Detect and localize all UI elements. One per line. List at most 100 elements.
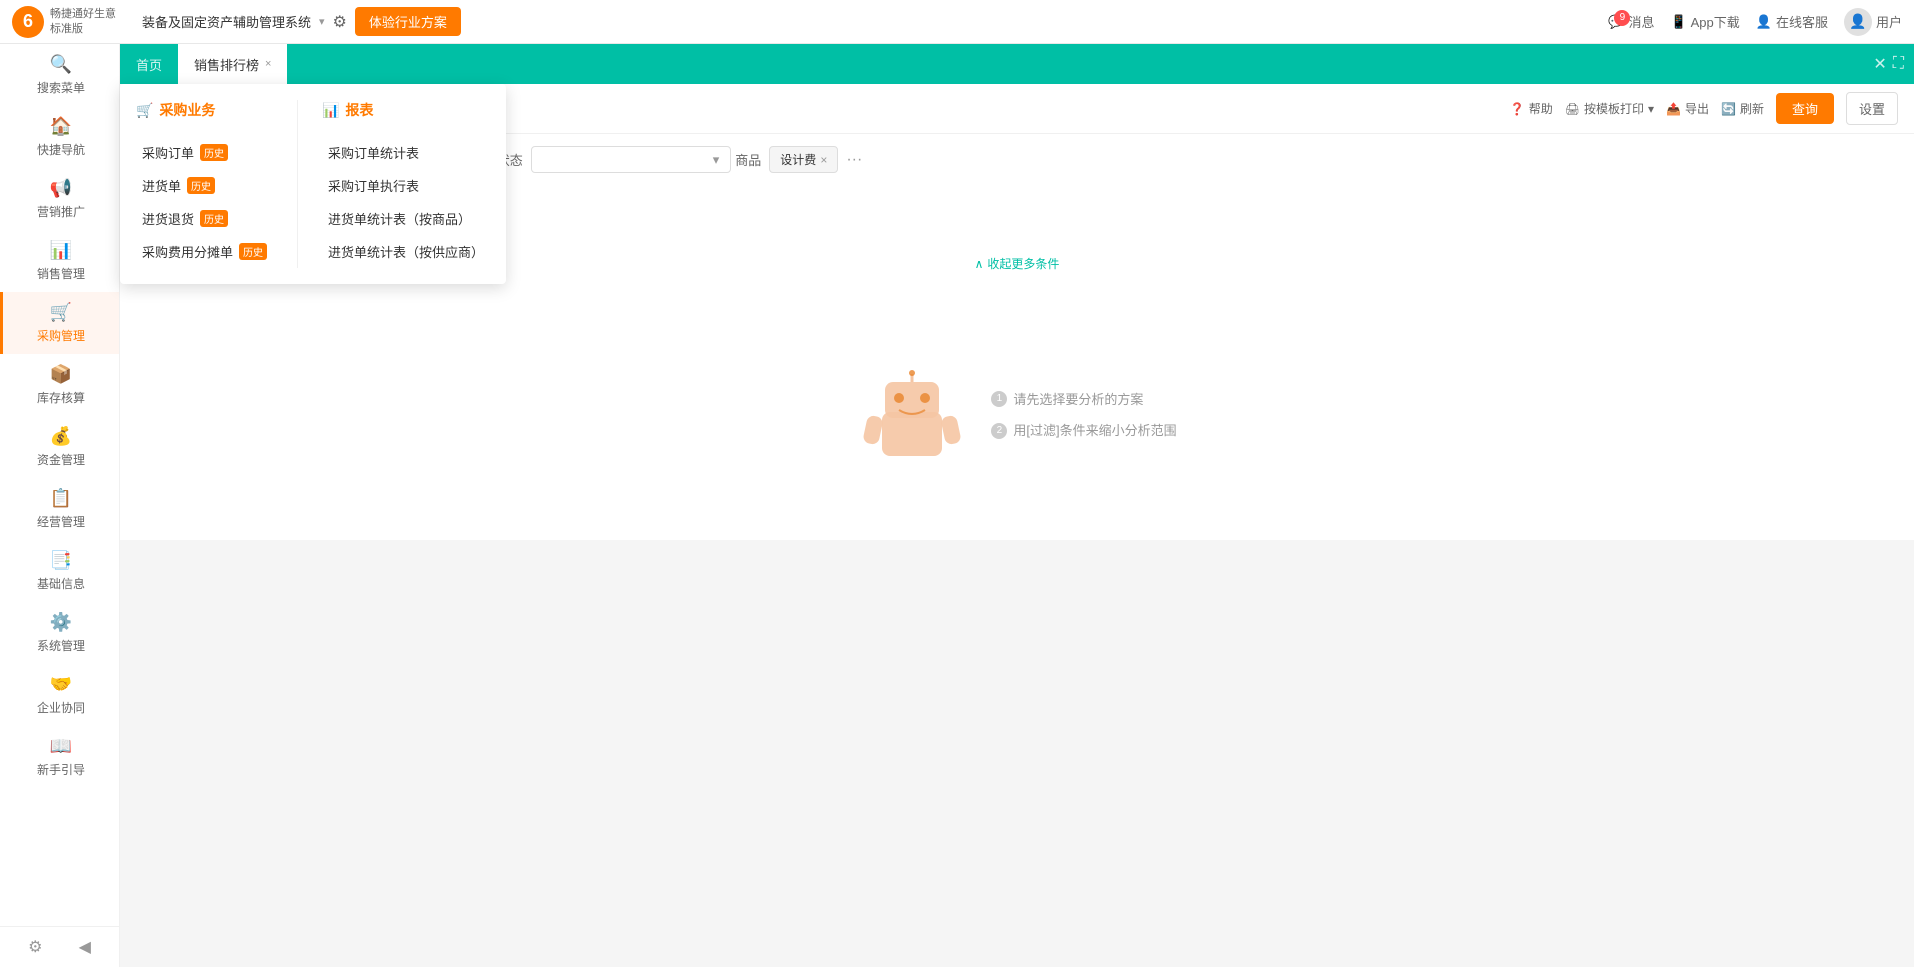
tab-expand-icon[interactable]: ⛶ xyxy=(1893,55,1904,73)
dropdown-divider xyxy=(297,100,298,268)
purchase-col-title: 🛒 采购业务 xyxy=(136,100,273,126)
sidebar-label-marketing: 营销推广 xyxy=(37,203,85,220)
dropdown-item-goods-stats-product[interactable]: 进货单统计表（按商品） xyxy=(322,202,490,235)
export-btn[interactable]: 📤 导出 xyxy=(1666,100,1709,117)
app-download-btn[interactable]: 📱 App下载 xyxy=(1670,12,1739,31)
sidebar-item-quick-nav[interactable]: 🏠 快捷导航 xyxy=(0,106,119,168)
tab-home-label: 首页 xyxy=(136,55,162,74)
sidebar-item-sales[interactable]: 📊 销售管理 xyxy=(0,230,119,292)
dropdown-item-po-execution[interactable]: 采购订单执行表 xyxy=(322,169,490,202)
report-col-icon: 📊 xyxy=(322,102,339,119)
tab-home[interactable]: 首页 xyxy=(120,44,178,84)
empty-state: 1 请先选择要分析的方案 2 用[过滤]条件来缩小分析范围 xyxy=(120,290,1914,540)
settings-icon[interactable]: ⚙ xyxy=(333,12,347,32)
sidebar-item-finance[interactable]: 💰 资金管理 xyxy=(0,416,119,478)
tab-close-all-icon[interactable]: ✕ xyxy=(1873,54,1886,74)
topbar: 6 畅捷通好生意 标准版 装备及固定资产辅助管理系统 ▾ ⚙ 体验行业方案 💬 … xyxy=(0,0,1914,44)
tab-close-icon[interactable]: × xyxy=(265,58,271,70)
goods-receipt-label: 进货单 xyxy=(142,176,181,195)
print-icon: 🖨 xyxy=(1565,102,1580,116)
sidebar-label-enterprise: 企业协同 xyxy=(37,699,85,716)
sidebar-item-guide[interactable]: 📖 新手引导 xyxy=(0,726,119,788)
empty-text: 1 请先选择要分析的方案 2 用[过滤]条件来缩小分析范围 xyxy=(991,388,1176,443)
query-btn[interactable]: 查询 xyxy=(1776,93,1834,124)
tab-sales-ranking-label: 销售排行榜 xyxy=(194,55,259,74)
messages-label: 消息 xyxy=(1628,12,1654,31)
dropdown-item-goods-receipt[interactable]: 进货单 历史 xyxy=(136,169,273,202)
dropdown-item-po-stats[interactable]: 采购订单统计表 xyxy=(322,136,490,169)
system-icon: ⚙️ xyxy=(50,612,72,633)
status-select[interactable] xyxy=(531,146,731,173)
sidebar-item-inventory[interactable]: 📦 库存核算 xyxy=(0,354,119,416)
sidebar-item-operations[interactable]: 📋 经营管理 xyxy=(0,478,119,540)
goods-dots-btn[interactable]: ··· xyxy=(846,151,862,169)
goods-label: 商品 xyxy=(735,150,761,169)
empty-illustration xyxy=(857,370,967,460)
history-badge-2: 历史 xyxy=(187,177,215,194)
user-label: 用户 xyxy=(1876,12,1902,31)
topbar-center: 装备及固定资产辅助管理系统 ▾ ⚙ 体验行业方案 xyxy=(132,7,1608,36)
logo-icon: 6 xyxy=(12,6,44,38)
dropdown-item-goods-stats-supplier[interactable]: 进货单统计表（按供应商） xyxy=(322,235,490,268)
marketing-icon: 📢 xyxy=(50,178,72,199)
sidebar-bottom: ⚙ ◀ xyxy=(0,926,119,967)
sidebar-item-marketing[interactable]: 📢 营销推广 xyxy=(0,168,119,230)
dropdown-item-purchase-cost[interactable]: 采购费用分摊单 历史 xyxy=(136,235,273,268)
help-btn[interactable]: ❓ 帮助 xyxy=(1510,100,1553,117)
online-service-btn[interactable]: 👤 在线客服 xyxy=(1756,12,1828,31)
tabbar-right: ✕ ⛶ xyxy=(1873,54,1914,74)
empty-hint-1: 1 请先选择要分析的方案 xyxy=(991,388,1176,411)
sidebar-label-purchase: 采购管理 xyxy=(37,327,85,344)
help-icon: ❓ xyxy=(1510,102,1525,116)
sidebar-label-sales: 销售管理 xyxy=(37,265,85,282)
operations-icon: 📋 xyxy=(50,488,72,509)
sidebar-label-guide: 新手引导 xyxy=(37,761,85,778)
messages-btn[interactable]: 💬 9 消息 xyxy=(1608,12,1654,31)
dropdown-item-goods-return[interactable]: 进货退货 历史 xyxy=(136,202,273,235)
status-filter: 单据状态 ▾ xyxy=(471,146,720,173)
goods-tag-remove[interactable]: × xyxy=(820,153,827,167)
sidebar-label-basic-info: 基础信息 xyxy=(37,575,85,592)
search-icon: 🔍 xyxy=(50,54,72,75)
empty-hint-2: 2 用[过滤]条件来缩小分析范围 xyxy=(991,419,1176,442)
sidebar-collapse-icon[interactable]: ◀ xyxy=(79,937,91,957)
app-download-label: App下载 xyxy=(1691,12,1740,31)
sidebar-item-system[interactable]: ⚙️ 系统管理 xyxy=(0,602,119,664)
sidebar-label-search: 搜索菜单 xyxy=(37,79,85,96)
purchase-col: 🛒 采购业务 采购订单 历史 进货单 历史 进货退货 历史 采购费用分摊单 历史 xyxy=(136,100,273,268)
purchase-col-icon: 🛒 xyxy=(136,102,153,119)
sidebar-item-enterprise[interactable]: 🤝 企业协同 xyxy=(0,664,119,726)
purchase-icon: 🛒 xyxy=(50,302,72,323)
purchase-dropdown-menu: 🛒 采购业务 采购订单 历史 进货单 历史 进货退货 历史 采购费用分摊单 历史… xyxy=(120,84,506,284)
print-template-btn[interactable]: 🖨 按模板打印 ▾ xyxy=(1565,100,1654,117)
report-col: 📊 报表 采购订单统计表 采购订单执行表 进货单统计表（按商品） 进货单统计表（… xyxy=(322,100,490,268)
filter-settings-btn[interactable]: 设置 xyxy=(1846,92,1898,125)
avatar: 👤 xyxy=(1844,8,1872,36)
sidebar-label-system: 系统管理 xyxy=(37,637,85,654)
system-dropdown-arrow[interactable]: ▾ xyxy=(319,15,325,28)
inventory-icon: 📦 xyxy=(50,364,72,385)
refresh-btn[interactable]: 🔄 刷新 xyxy=(1721,100,1764,117)
online-service-label: 在线客服 xyxy=(1776,12,1828,31)
message-badge: 9 xyxy=(1614,10,1630,26)
industry-btn[interactable]: 体验行业方案 xyxy=(355,7,461,36)
tabbar: 首页 销售排行榜 × ✕ ⛶ xyxy=(120,44,1914,84)
sidebar-label-finance: 资金管理 xyxy=(37,451,85,468)
system-title: 装备及固定资产辅助管理系统 xyxy=(142,12,311,31)
dropdown-item-purchase-order[interactable]: 采购订单 历史 xyxy=(136,136,273,169)
sales-icon: 📊 xyxy=(50,240,72,261)
history-badge-4: 历史 xyxy=(239,243,267,260)
tab-sales-ranking[interactable]: 销售排行榜 × xyxy=(178,44,287,84)
sidebar-item-basic-info[interactable]: 📑 基础信息 xyxy=(0,540,119,602)
goods-tag: 设计费 × xyxy=(769,146,838,173)
enterprise-icon: 🤝 xyxy=(50,674,72,695)
sidebar-settings-icon[interactable]: ⚙ xyxy=(28,937,42,957)
sidebar-item-search[interactable]: 🔍 搜索菜单 xyxy=(0,44,119,106)
topbar-right: 💬 9 消息 📱 App下载 👤 在线客服 👤 用户 xyxy=(1608,8,1902,36)
sidebar-item-purchase[interactable]: 🛒 采购管理 xyxy=(0,292,119,354)
user-btn[interactable]: 👤 用户 xyxy=(1844,8,1902,36)
finance-icon: 💰 xyxy=(50,426,72,447)
history-badge-1: 历史 xyxy=(200,144,228,161)
refresh-icon: 🔄 xyxy=(1721,102,1736,116)
logo-text: 畅捷通好生意 标准版 xyxy=(50,7,116,36)
